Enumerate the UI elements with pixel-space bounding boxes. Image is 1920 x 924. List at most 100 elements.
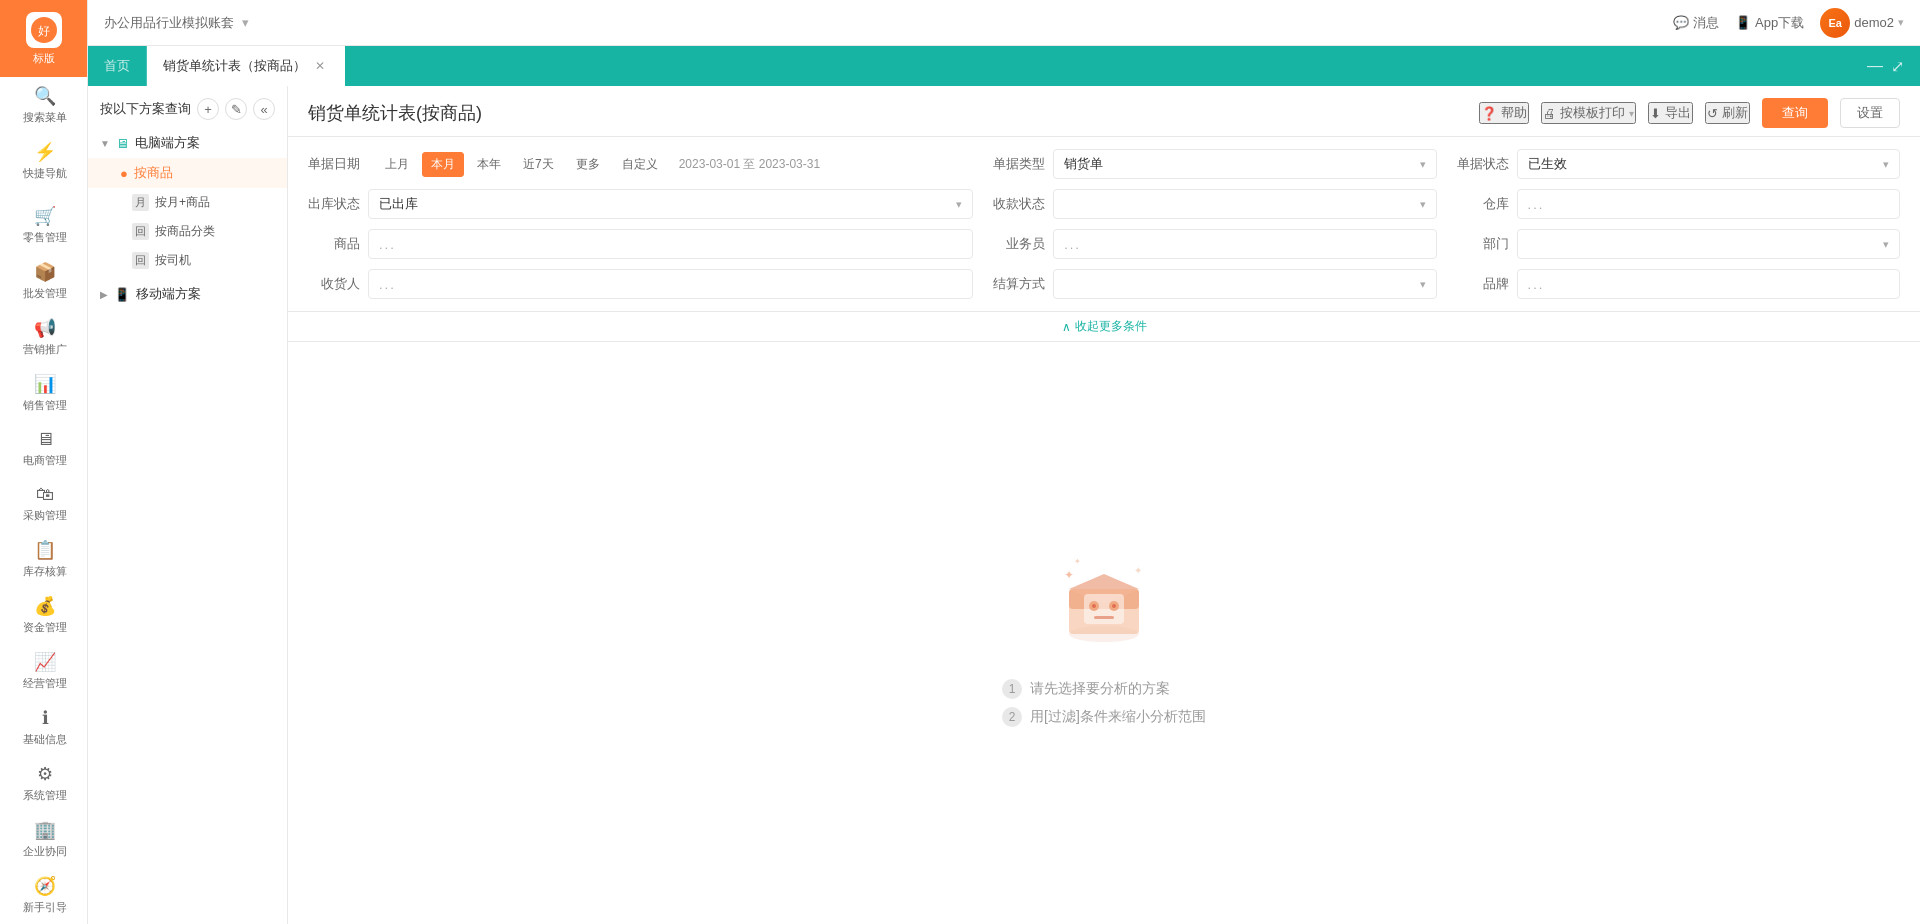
sidebar-item-finance[interactable]: 💰 资金管理: [0, 587, 87, 643]
type-control[interactable]: 销货单 ▾: [1053, 149, 1436, 179]
receiver-control[interactable]: ...: [368, 269, 973, 299]
dropdown-icon[interactable]: ▾: [242, 15, 249, 30]
app-download-button[interactable]: 📱 App下载: [1735, 14, 1804, 32]
filter-product: 商品 ...: [308, 229, 973, 259]
product-control[interactable]: ...: [368, 229, 973, 259]
filter-payment-status: 收款状态 ▾: [993, 189, 1436, 219]
tab-minimize-button[interactable]: —: [1867, 57, 1883, 75]
settings-label: 设置: [1857, 104, 1883, 122]
content: 按以下方案查询 + ✎ « ▼ 🖥 电脑端方案 ● 按商品: [88, 86, 1920, 924]
warehouse-control[interactable]: ...: [1517, 189, 1900, 219]
logo-icon: 好: [26, 12, 62, 48]
scheme-item-by-warehouse[interactable]: 回 按司机: [88, 246, 287, 275]
salesperson-control[interactable]: ...: [1053, 229, 1436, 259]
tab-home[interactable]: 首页: [88, 46, 147, 86]
sidebar-item-wholesale[interactable]: 📦 批发管理: [0, 253, 87, 309]
sidebar-item-system[interactable]: ⚙ 系统管理: [0, 755, 87, 811]
tab-sales-stat[interactable]: 销货单统计表（按商品） ✕: [147, 46, 345, 86]
product-scheme-icon: ●: [120, 166, 128, 181]
edit-scheme-button[interactable]: ✎: [225, 98, 247, 120]
message-button[interactable]: 💬 消息: [1673, 14, 1719, 32]
finance-icon: 💰: [34, 595, 56, 617]
tab-close-button[interactable]: ✕: [312, 58, 328, 74]
scheme-group-pc: ▼ 🖥 电脑端方案 ● 按商品 月 按月+商品 回 按商品分类 回: [88, 128, 287, 275]
sidebar: 好 标版 🔍 搜索菜单 ⚡ 快捷导航 🛒 零售管理 📦 批发管理 📢 营销推广 …: [0, 0, 88, 924]
settings-button[interactable]: 设置: [1840, 98, 1900, 128]
print-template-button[interactable]: 🖨 按模板打印 ▾: [1541, 102, 1636, 124]
add-scheme-button[interactable]: +: [197, 98, 219, 120]
product-placeholder: ...: [379, 237, 396, 252]
sidebar-item-quick-nav[interactable]: ⚡ 快捷导航: [0, 133, 87, 189]
scheme-group-mobile: ▶ 📱 移动端方案: [88, 279, 287, 309]
help-button[interactable]: ❓ 帮助: [1479, 102, 1529, 124]
help-icon: ❓: [1481, 106, 1497, 121]
collapse-bar[interactable]: ∧ 收起更多条件: [288, 312, 1920, 342]
pc-group-label: 电脑端方案: [135, 134, 200, 152]
filter-row-2: 出库状态 已出库 ▾ 收款状态 ▾: [308, 189, 1900, 219]
date-pill-this-month[interactable]: 本月: [422, 152, 464, 177]
sidebar-item-label: 采购管理: [23, 508, 67, 523]
date-pill-this-year[interactable]: 本年: [468, 152, 510, 177]
logo-area[interactable]: 好 标版: [0, 0, 87, 77]
print-dropdown-icon: ▾: [1629, 108, 1634, 119]
date-pill-7days[interactable]: 近7天: [514, 152, 563, 177]
query-button[interactable]: 查询: [1762, 98, 1828, 128]
sidebar-item-guide[interactable]: 🧭 新手引导: [0, 867, 87, 923]
date-pill-more[interactable]: 更多: [567, 152, 609, 177]
date-pill-last-month[interactable]: 上月: [376, 152, 418, 177]
sidebar-item-label: 营销推广: [23, 342, 67, 357]
sidebar-item-label: 新手引导: [23, 900, 67, 915]
scheme-group-header-mobile[interactable]: ▶ 📱 移动端方案: [88, 279, 287, 309]
scheme-item-by-category[interactable]: 回 按商品分类: [88, 217, 287, 246]
export-button[interactable]: ⬇ 导出: [1648, 102, 1693, 124]
sidebar-item-search[interactable]: 🔍 搜索菜单: [0, 77, 87, 133]
sidebar-item-label: 库存核算: [23, 564, 67, 579]
logo-text: 标版: [33, 52, 55, 65]
sidebar-item-marketing[interactable]: 📢 营销推广: [0, 309, 87, 365]
receiver-label: 收货人: [308, 275, 368, 293]
sidebar-item-label: 经营管理: [23, 676, 67, 691]
sidebar-item-label: 快捷导航: [23, 166, 67, 181]
status-control[interactable]: 已生效 ▾: [1517, 149, 1900, 179]
refresh-button[interactable]: ↺ 刷新: [1705, 102, 1750, 124]
scheme-item-by-product[interactable]: ● 按商品: [88, 158, 287, 188]
basics-icon: ℹ: [42, 707, 49, 729]
sidebar-item-label: 资金管理: [23, 620, 67, 635]
sidebar-item-operations[interactable]: 📈 经营管理: [0, 643, 87, 699]
svg-text:✦: ✦: [1134, 565, 1142, 576]
message-icon: 💬: [1673, 15, 1689, 30]
ecommerce-icon: 🖥: [36, 429, 54, 450]
sidebar-item-ecommerce[interactable]: 🖥 电商管理: [0, 421, 87, 476]
date-pill-custom[interactable]: 自定义: [613, 152, 667, 177]
sidebar-item-enterprise[interactable]: 🏢 企业协同: [0, 811, 87, 867]
brand-control[interactable]: ...: [1517, 269, 1900, 299]
marketing-icon: 📢: [34, 317, 56, 339]
user-menu[interactable]: Ea demo2 ▾: [1820, 8, 1904, 38]
type-dropdown-icon: ▾: [1420, 158, 1426, 171]
sidebar-item-inventory[interactable]: 📋 库存核算: [0, 531, 87, 587]
sidebar-item-basics[interactable]: ℹ 基础信息: [0, 699, 87, 755]
settlement-control[interactable]: ▾: [1053, 269, 1436, 299]
svg-rect-10: [1094, 616, 1114, 619]
tip-num-1: 1: [1002, 679, 1022, 699]
filter-doc-status: 单据状态 已生效 ▾: [1457, 149, 1900, 179]
scheme-item-by-month-product[interactable]: 月 按月+商品: [88, 188, 287, 217]
tab-maximize-button[interactable]: ⤢: [1891, 57, 1904, 76]
warehouse-scheme-icon: 回: [132, 252, 149, 269]
left-panel: 按以下方案查询 + ✎ « ▼ 🖥 电脑端方案 ● 按商品: [88, 86, 288, 924]
sidebar-item-sales[interactable]: 📊 销售管理: [0, 365, 87, 421]
wh-status-control[interactable]: 已出库 ▾: [368, 189, 973, 219]
wh-status-dropdown-icon: ▾: [956, 198, 962, 211]
filter-receiver: 收货人 ...: [308, 269, 973, 299]
sidebar-item-retail[interactable]: 🛒 零售管理: [0, 197, 87, 253]
sidebar-item-purchase[interactable]: 🛍 采购管理: [0, 476, 87, 531]
filter-area: 单据日期 上月 本月 本年 近7天 更多 自定义 2023-03-01 至 20…: [288, 137, 1920, 312]
department-control[interactable]: ▾: [1517, 229, 1900, 259]
warehouse-label: 仓库: [1457, 195, 1517, 213]
scheme-group-header-pc[interactable]: ▼ 🖥 电脑端方案: [88, 128, 287, 158]
collapse-panel-button[interactable]: «: [253, 98, 275, 120]
empty-illustration: ✦ ✦ ✦: [1044, 539, 1164, 659]
tip-num-2: 2: [1002, 707, 1022, 727]
pay-status-control[interactable]: ▾: [1053, 189, 1436, 219]
svg-text:好: 好: [38, 24, 50, 38]
